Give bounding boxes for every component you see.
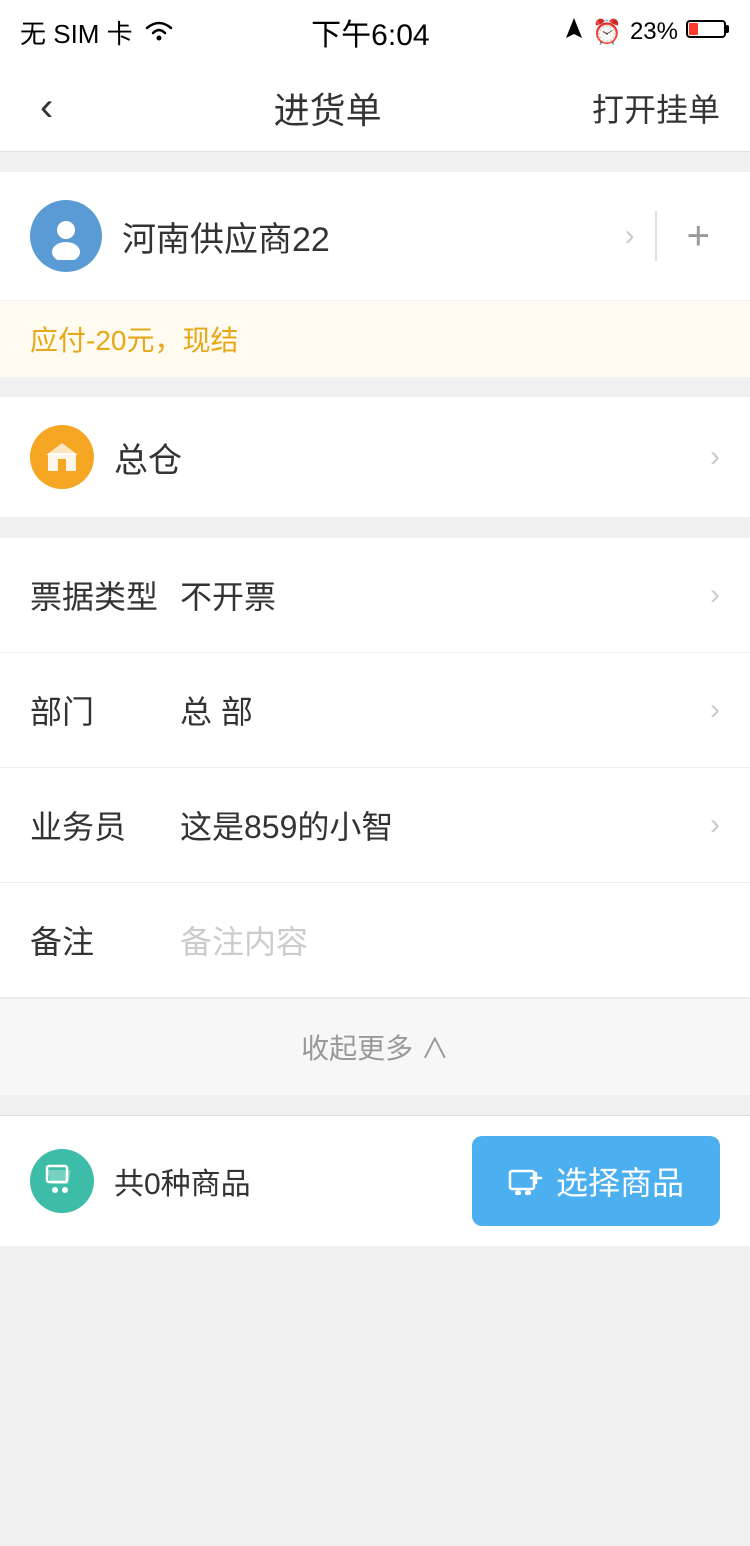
product-cart-icon <box>43 1162 81 1200</box>
supplier-row-actions: › + <box>625 211 720 261</box>
battery-icon <box>686 18 730 47</box>
warehouse-chevron-icon: › <box>710 440 720 474</box>
back-button[interactable]: ‹ <box>30 75 63 140</box>
product-icon-circle <box>30 1149 94 1213</box>
section-gap-4 <box>0 1095 750 1115</box>
nav-bar: ‹ 进货单 打开挂单 <box>0 64 750 152</box>
select-product-label: 选择商品 <box>556 1158 684 1204</box>
collapse-button[interactable]: 收起更多 ∧ <box>0 998 750 1095</box>
department-value: 总 部 <box>170 687 710 733</box>
section-gap-3 <box>0 518 750 538</box>
notice-bar: 应付-20元，现结 <box>0 301 750 377</box>
wifi-icon <box>141 16 177 49</box>
section-gap-1 <box>0 152 750 172</box>
supplier-section: 河南供应商22 › + 应付-20元，现结 <box>0 172 750 377</box>
avatar-person-icon <box>42 212 90 260</box>
invoice-type-row[interactable]: 票据类型 不开票 › <box>0 538 750 653</box>
select-product-icon <box>508 1167 544 1195</box>
battery-text: 23% <box>630 18 678 46</box>
warehouse-row[interactable]: 总仓 › <box>0 397 750 518</box>
supplier-name: 河南供应商22 <box>122 212 625 261</box>
form-section: 票据类型 不开票 › 部门 总 部 › 业务员 这是859的小智 › 备注 备注… <box>0 538 750 998</box>
notice-text: 应付-20元，现结 <box>30 325 238 356</box>
warehouse-section: 总仓 › <box>0 397 750 518</box>
salesperson-label: 业务员 <box>30 802 170 848</box>
status-bar: 无 SIM 卡 下午6:04 ⏰ 23% <box>0 0 750 64</box>
salesperson-row[interactable]: 业务员 这是859的小智 › <box>0 768 750 883</box>
location-icon <box>564 16 584 49</box>
remark-input[interactable]: 备注内容 <box>170 917 720 963</box>
vertical-divider <box>655 211 657 261</box>
supplier-row[interactable]: 河南供应商22 › + <box>0 172 750 301</box>
add-supplier-icon[interactable]: + <box>677 214 720 259</box>
alarm-icon: ⏰ <box>592 18 622 47</box>
department-chevron-icon: › <box>710 693 720 727</box>
status-left: 无 SIM 卡 <box>20 14 177 51</box>
department-row[interactable]: 部门 总 部 › <box>0 653 750 768</box>
invoice-type-label: 票据类型 <box>30 572 170 618</box>
open-pending-button[interactable]: 打开挂单 <box>592 85 720 131</box>
warehouse-icon-circle <box>30 425 94 489</box>
select-product-button[interactable]: 选择商品 <box>472 1136 720 1226</box>
page-title: 进货单 <box>274 82 382 134</box>
background-fill <box>0 1246 750 1546</box>
warehouse-icon <box>44 439 80 475</box>
invoice-type-value: 不开票 <box>170 572 710 618</box>
warehouse-name: 总仓 <box>114 433 710 482</box>
department-label: 部门 <box>30 687 170 733</box>
status-time: 下午6:04 <box>311 10 429 54</box>
section-gap-2 <box>0 377 750 397</box>
status-right: ⏰ 23% <box>564 16 730 49</box>
sim-status: 无 SIM 卡 <box>20 14 133 51</box>
salesperson-value: 这是859的小智 <box>170 802 710 848</box>
bottom-bar: 共0种商品 选择商品 <box>0 1115 750 1246</box>
invoice-type-chevron-icon: › <box>710 578 720 612</box>
remark-label: 备注 <box>30 917 170 963</box>
remark-row[interactable]: 备注 备注内容 <box>0 883 750 998</box>
product-count-text: 共0种商品 <box>114 1159 472 1203</box>
supplier-chevron-icon: › <box>625 219 635 253</box>
salesperson-chevron-icon: › <box>710 808 720 842</box>
supplier-avatar <box>30 200 102 272</box>
